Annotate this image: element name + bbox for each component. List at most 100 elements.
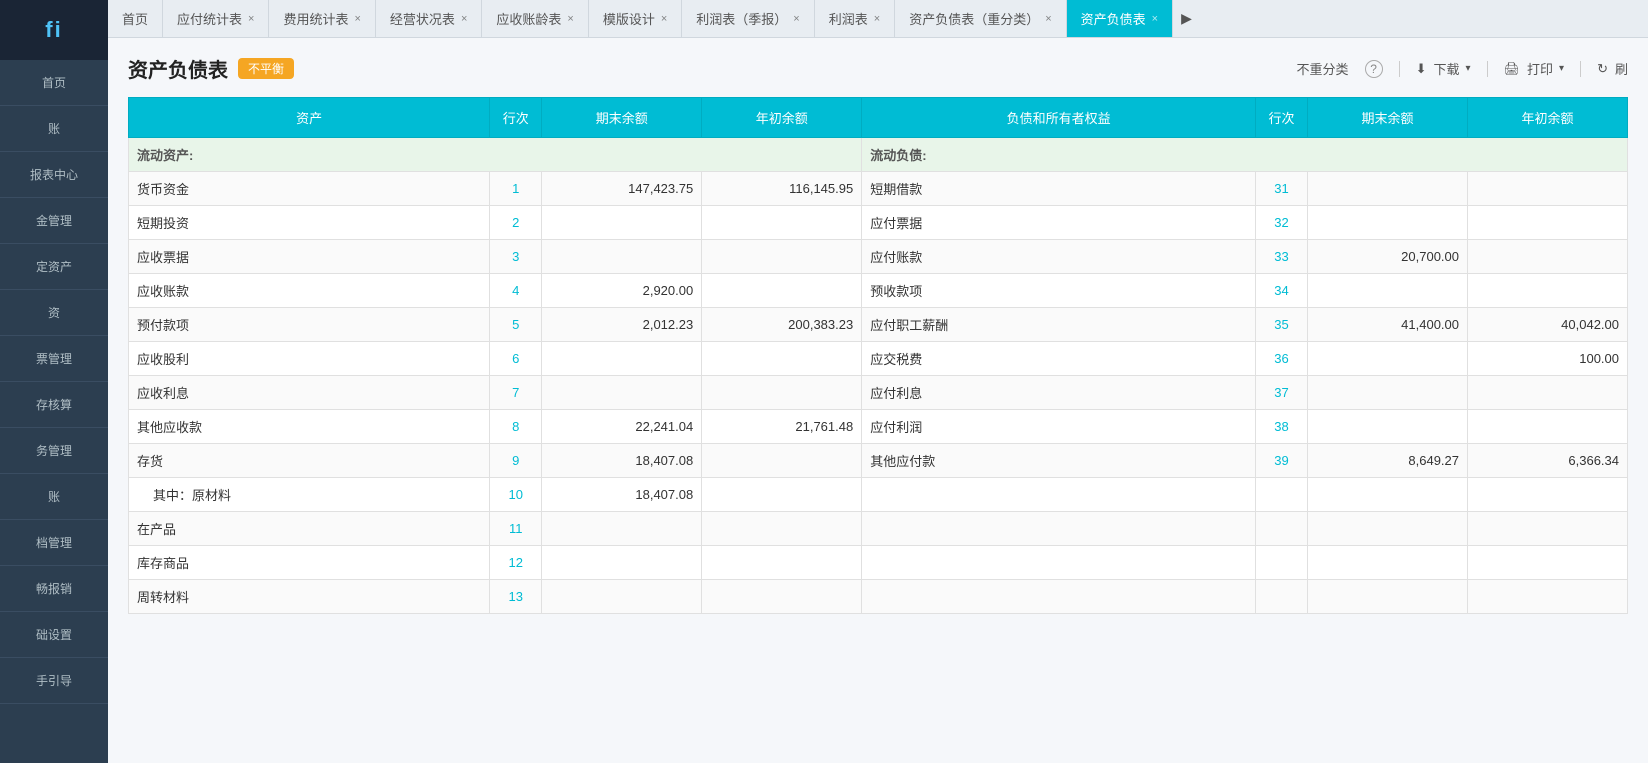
left-begin-balance-cell [702, 444, 862, 478]
left-name-cell: 库存商品 [129, 546, 490, 580]
col-header-begin-balance-right: 年初余额 [1468, 98, 1628, 138]
close-tab-template-design[interactable]: × [661, 13, 667, 25]
right-begin-balance-cell [1468, 274, 1628, 308]
tab-ar-aging[interactable]: 应收账龄表 × [482, 0, 588, 38]
right-row-num-cell: 31 [1256, 172, 1308, 206]
right-end-balance-cell: 8,649.27 [1308, 444, 1468, 478]
tab-operation-status[interactable]: 经营状况表 × [376, 0, 482, 38]
close-tab-expense-stats[interactable]: × [354, 13, 360, 25]
left-end-balance-cell [542, 240, 702, 274]
left-name-cell: 货币资金 [129, 172, 490, 206]
sidebar-item-business-management[interactable]: 务管理 [0, 428, 108, 474]
right-name-cell: 应付利息 [862, 376, 1256, 410]
sidebar-item-ledger[interactable]: 账 [0, 474, 108, 520]
right-row-num-cell: 39 [1256, 444, 1308, 478]
sidebar-item-fixed-assets[interactable]: 定资产 [0, 244, 108, 290]
left-row-num-cell: 9 [490, 444, 542, 478]
sidebar-item-investment[interactable]: 资 [0, 290, 108, 336]
table-row: 预付款项 5 2,012.23 200,383.23 应付职工薪酬 35 41,… [129, 308, 1628, 342]
right-begin-balance-cell [1468, 512, 1628, 546]
left-row-num-cell: 7 [490, 376, 542, 410]
right-name-cell: 短期借款 [862, 172, 1256, 206]
tab-expense-stats[interactable]: 费用统计表 × [269, 0, 375, 38]
right-name-cell: 应付职工薪酬 [862, 308, 1256, 342]
toolbar-divider-2 [1487, 61, 1488, 77]
no-reclassify-btn[interactable]: 不重分类 [1297, 59, 1349, 78]
left-end-balance-cell [542, 546, 702, 580]
right-name-cell [862, 580, 1256, 614]
right-begin-balance-cell: 40,042.00 [1468, 308, 1628, 342]
right-begin-balance-cell: 100.00 [1468, 342, 1628, 376]
left-begin-balance-cell [702, 512, 862, 546]
sidebar-item-basic-settings[interactable]: 础设置 [0, 612, 108, 658]
tab-scroll-arrow[interactable]: ▶ [1173, 10, 1200, 27]
download-btn[interactable]: ⬇ 下载 ▾ [1416, 59, 1471, 78]
right-row-num-cell: 34 [1256, 274, 1308, 308]
right-end-balance-cell [1308, 546, 1468, 580]
sidebar-item-home[interactable]: 首页 [0, 60, 108, 106]
print-btn[interactable]: 🖨 打印 ▾ [1504, 59, 1565, 78]
help-icon[interactable]: ? [1365, 60, 1383, 78]
left-end-balance-cell [542, 512, 702, 546]
sidebar-item-fund-management[interactable]: 金管理 [0, 198, 108, 244]
left-end-balance-cell: 18,407.08 [542, 478, 702, 512]
right-row-num-cell [1256, 546, 1308, 580]
close-tab-balance[interactable]: × [1152, 13, 1158, 25]
tab-balance[interactable]: 资产负债表 × [1067, 0, 1173, 38]
left-name-cell: 预付款项 [129, 308, 490, 342]
print-icon: 🖨 [1504, 61, 1521, 77]
left-name-cell: 应收账款 [129, 274, 490, 308]
toolbar-right: 不重分类 ? ⬇ 下载 ▾ 🖨 打印 ▾ ↻ 刷 [1297, 59, 1628, 78]
left-end-balance-cell: 22,241.04 [542, 410, 702, 444]
tab-home[interactable]: 首页 [108, 0, 163, 38]
left-begin-balance-cell [702, 240, 862, 274]
right-end-balance-cell [1308, 478, 1468, 512]
tab-balance-reclassify[interactable]: 资产负债表（重分类） × [895, 0, 1066, 38]
right-end-balance-cell [1308, 580, 1468, 614]
left-begin-balance-cell: 21,761.48 [702, 410, 862, 444]
right-begin-balance-cell [1468, 546, 1628, 580]
toolbar-divider-1 [1399, 61, 1400, 77]
table-row: 短期投资 2 应付票据 32 [129, 206, 1628, 240]
close-tab-ap-stats[interactable]: × [248, 13, 254, 25]
left-begin-balance-cell [702, 376, 862, 410]
close-tab-profit[interactable]: × [874, 13, 880, 25]
close-tab-balance-reclassify[interactable]: × [1045, 13, 1051, 25]
table-row: 应收票据 3 应付账款 33 20,700.00 [129, 240, 1628, 274]
sidebar-item-sales[interactable]: 畅报销 [0, 566, 108, 612]
table-row: 应收利息 7 应付利息 37 [129, 376, 1628, 410]
refresh-btn[interactable]: ↻ 刷 [1597, 59, 1628, 78]
left-name-cell: 其中：原材料 [129, 478, 490, 512]
tab-template-design[interactable]: 模版设计 × [589, 0, 682, 38]
close-tab-ar-aging[interactable]: × [567, 13, 573, 25]
tab-bar: 首页 应付统计表 × 费用统计表 × 经营状况表 × 应收账龄表 × 模版设计 … [108, 0, 1648, 38]
left-end-balance-cell: 2,920.00 [542, 274, 702, 308]
tab-profit-quarterly[interactable]: 利润表（季报） × [682, 0, 814, 38]
unbalanced-badge: 不平衡 [238, 58, 294, 79]
left-row-num-cell: 6 [490, 342, 542, 376]
sidebar-item-inventory-calc[interactable]: 存核算 [0, 382, 108, 428]
left-begin-balance-cell: 200,383.23 [702, 308, 862, 342]
left-row-num-cell: 12 [490, 546, 542, 580]
right-begin-balance-cell [1468, 206, 1628, 240]
left-end-balance-cell: 2,012.23 [542, 308, 702, 342]
right-begin-balance-cell [1468, 172, 1628, 206]
left-row-num-cell: 10 [490, 478, 542, 512]
left-name-cell: 应收股利 [129, 342, 490, 376]
sidebar-item-accounts-payable[interactable]: 账 [0, 106, 108, 152]
sidebar-item-report-center[interactable]: 报表中心 [0, 152, 108, 198]
left-name-cell: 在产品 [129, 512, 490, 546]
close-tab-operation-status[interactable]: × [461, 13, 467, 25]
sidebar-item-ticket-management[interactable]: 票管理 [0, 336, 108, 382]
right-name-cell: 其他应付款 [862, 444, 1256, 478]
toolbar-divider-3 [1580, 61, 1581, 77]
download-icon: ⬇ [1416, 61, 1427, 77]
sidebar-item-file-management[interactable]: 档管理 [0, 520, 108, 566]
close-tab-profit-quarterly[interactable]: × [793, 13, 799, 25]
sidebar-item-guide[interactable]: 手引导 [0, 658, 108, 704]
right-end-balance-cell: 41,400.00 [1308, 308, 1468, 342]
section-label-left: 流动资产: [129, 138, 862, 172]
table-row: 货币资金 1 147,423.75 116,145.95 短期借款 31 [129, 172, 1628, 206]
tab-profit[interactable]: 利润表 × [815, 0, 895, 38]
tab-ap-stats[interactable]: 应付统计表 × [163, 0, 269, 38]
